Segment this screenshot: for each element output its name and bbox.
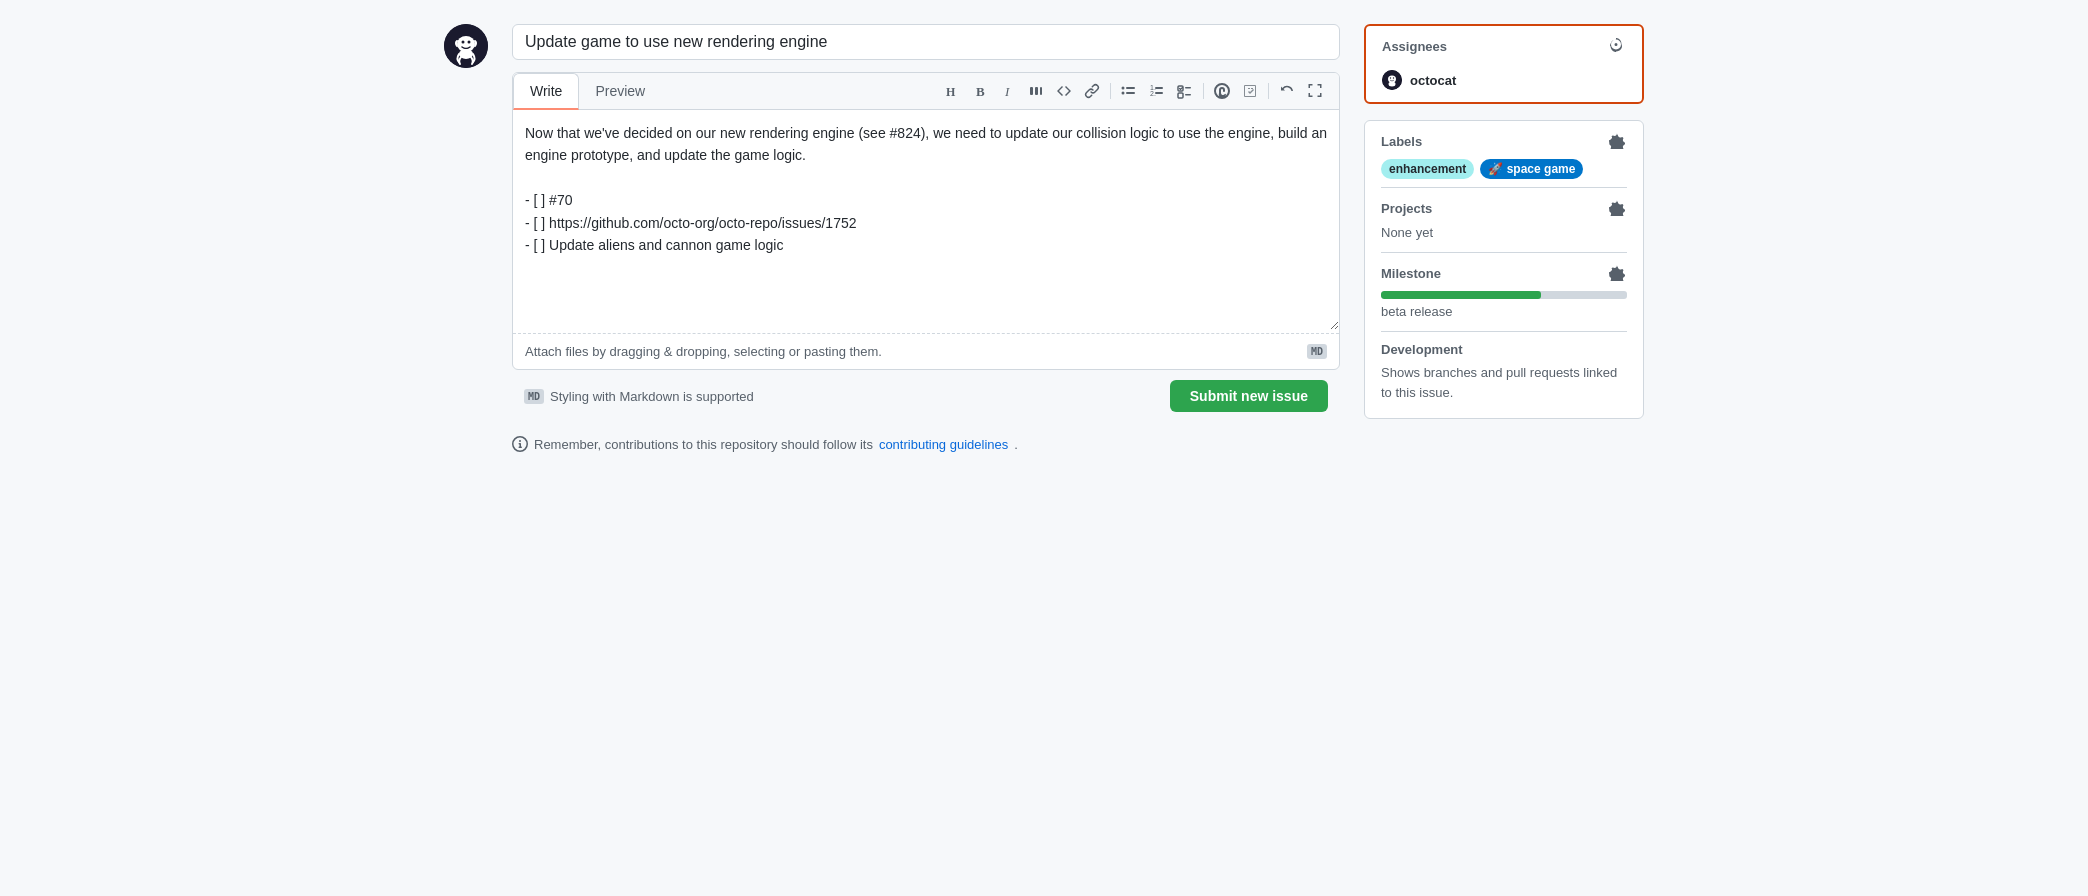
labels-title: Labels bbox=[1381, 134, 1422, 149]
assignee-avatar bbox=[1382, 70, 1402, 90]
development-text: Shows branches and pull requests linked … bbox=[1381, 365, 1617, 400]
contributing-note: Remember, contributions to this reposito… bbox=[512, 436, 1340, 452]
tabs-toolbar-row: Write Preview H B I bbox=[513, 73, 1339, 110]
projects-header: Projects bbox=[1381, 198, 1627, 218]
assignees-section: Assignees bbox=[1364, 24, 1644, 104]
md-badge: MD bbox=[1307, 344, 1327, 359]
svg-text:B: B bbox=[976, 84, 985, 99]
svg-rect-9 bbox=[1035, 87, 1038, 95]
markdown-note-text: Styling with Markdown is supported bbox=[550, 389, 754, 404]
undo-btn[interactable] bbox=[1275, 79, 1299, 103]
svg-rect-16 bbox=[1155, 87, 1163, 89]
heading-btn[interactable]: H bbox=[940, 79, 964, 103]
editor-tabs: Write Preview bbox=[513, 73, 661, 109]
svg-rect-10 bbox=[1040, 87, 1042, 95]
labels-container: Labels enhancement 🚀 space game bbox=[1365, 121, 1643, 187]
milestone-progress-bar-bg bbox=[1381, 291, 1627, 299]
contributing-text-after: . bbox=[1014, 437, 1018, 452]
labels-header: Labels bbox=[1381, 131, 1627, 151]
svg-rect-12 bbox=[1126, 87, 1135, 89]
issue-body-textarea[interactable]: Now that we've decided on our new render… bbox=[513, 110, 1339, 330]
projects-value: None yet bbox=[1381, 225, 1433, 240]
projects-title: Projects bbox=[1381, 201, 1432, 216]
milestone-gear-btn[interactable] bbox=[1607, 263, 1627, 283]
issue-title-input[interactable]: Update game to use new rendering engine bbox=[512, 24, 1340, 60]
user-avatar-container bbox=[444, 24, 488, 68]
labels-gear-icon bbox=[1609, 133, 1625, 149]
assignees-body: octocat bbox=[1366, 64, 1642, 102]
labels-gear-btn[interactable] bbox=[1607, 131, 1627, 151]
assignees-gear-btn[interactable] bbox=[1606, 36, 1626, 56]
milestone-progress-bar-fill bbox=[1381, 291, 1541, 299]
svg-rect-21 bbox=[1178, 93, 1183, 98]
development-section: Development Shows branches and pull requ… bbox=[1365, 332, 1643, 418]
svg-rect-18 bbox=[1155, 92, 1163, 94]
svg-point-25 bbox=[1390, 77, 1391, 78]
assignees-header: Assignees bbox=[1366, 26, 1642, 64]
toolbar-sep-2 bbox=[1203, 83, 1204, 99]
milestone-gear-icon bbox=[1609, 265, 1625, 281]
label-badges: enhancement 🚀 space game bbox=[1381, 159, 1627, 179]
link-btn[interactable] bbox=[1080, 79, 1104, 103]
bold-btn[interactable]: B bbox=[968, 79, 992, 103]
italic-btn[interactable]: I bbox=[996, 79, 1020, 103]
svg-rect-8 bbox=[1030, 87, 1033, 95]
issue-editor-container: Update game to use new rendering engine … bbox=[512, 24, 1340, 452]
sidebar: Assignees bbox=[1364, 24, 1644, 419]
label-space-game: 🚀 space game bbox=[1480, 159, 1583, 179]
svg-point-13 bbox=[1122, 92, 1125, 95]
contributing-guidelines-link[interactable]: contributing guidelines bbox=[879, 437, 1008, 452]
numbered-list-btn[interactable]: 1.2. bbox=[1145, 79, 1169, 103]
editor-footer: MD Styling with Markdown is supported Su… bbox=[512, 370, 1340, 424]
svg-point-2 bbox=[462, 41, 465, 44]
svg-text:H: H bbox=[946, 85, 956, 99]
labels-section: Labels enhancement 🚀 space game Projects bbox=[1364, 120, 1644, 419]
info-icon bbox=[512, 436, 528, 452]
editor-box: Write Preview H B I bbox=[512, 72, 1340, 370]
markdown-badge-footer: MD bbox=[524, 389, 544, 404]
svg-rect-22 bbox=[1185, 94, 1191, 96]
svg-text:2.: 2. bbox=[1150, 90, 1156, 97]
attach-area: Attach files by dragging & dropping, sel… bbox=[513, 333, 1339, 369]
avatar bbox=[444, 24, 488, 68]
page-wrapper: Update game to use new rendering engine … bbox=[444, 24, 1644, 452]
submit-new-issue-button[interactable]: Submit new issue bbox=[1170, 380, 1328, 412]
milestone-name: beta release bbox=[1381, 304, 1453, 319]
assignees-title: Assignees bbox=[1382, 39, 1447, 54]
fullscreen-btn[interactable] bbox=[1303, 79, 1327, 103]
svg-text:I: I bbox=[1004, 84, 1010, 99]
milestone-section: Milestone beta release bbox=[1365, 253, 1643, 331]
svg-rect-14 bbox=[1126, 92, 1135, 94]
development-title: Development bbox=[1381, 342, 1463, 357]
bullet-list-btn[interactable] bbox=[1117, 79, 1141, 103]
milestone-header: Milestone bbox=[1381, 263, 1627, 283]
svg-point-26 bbox=[1393, 77, 1394, 78]
editor-toolbar: H B I bbox=[928, 73, 1339, 109]
attach-placeholder: Attach files by dragging & dropping, sel… bbox=[525, 344, 882, 359]
projects-gear-btn[interactable] bbox=[1607, 198, 1627, 218]
assignee-name: octocat bbox=[1410, 73, 1456, 88]
reference-btn[interactable] bbox=[1238, 79, 1262, 103]
projects-gear-icon bbox=[1609, 200, 1625, 216]
milestone-title: Milestone bbox=[1381, 266, 1441, 281]
write-tab[interactable]: Write bbox=[513, 73, 579, 110]
preview-tab[interactable]: Preview bbox=[579, 73, 661, 110]
svg-point-3 bbox=[468, 41, 471, 44]
toolbar-sep-3 bbox=[1268, 83, 1269, 99]
projects-section: Projects None yet bbox=[1365, 188, 1643, 252]
contributing-text-before: Remember, contributions to this reposito… bbox=[534, 437, 873, 452]
markdown-note: MD Styling with Markdown is supported bbox=[524, 389, 754, 404]
toolbar-sep-1 bbox=[1110, 83, 1111, 99]
code-btn[interactable] bbox=[1052, 79, 1076, 103]
svg-point-11 bbox=[1122, 87, 1125, 90]
quote-btn[interactable] bbox=[1024, 79, 1048, 103]
task-list-btn[interactable] bbox=[1173, 79, 1197, 103]
development-header: Development bbox=[1381, 342, 1627, 357]
svg-point-27 bbox=[1389, 82, 1396, 87]
svg-rect-20 bbox=[1185, 87, 1191, 89]
label-enhancement: enhancement bbox=[1381, 159, 1474, 179]
mention-btn[interactable] bbox=[1210, 79, 1234, 103]
gear-icon bbox=[1608, 38, 1624, 54]
assignee-row: octocat bbox=[1382, 70, 1626, 90]
